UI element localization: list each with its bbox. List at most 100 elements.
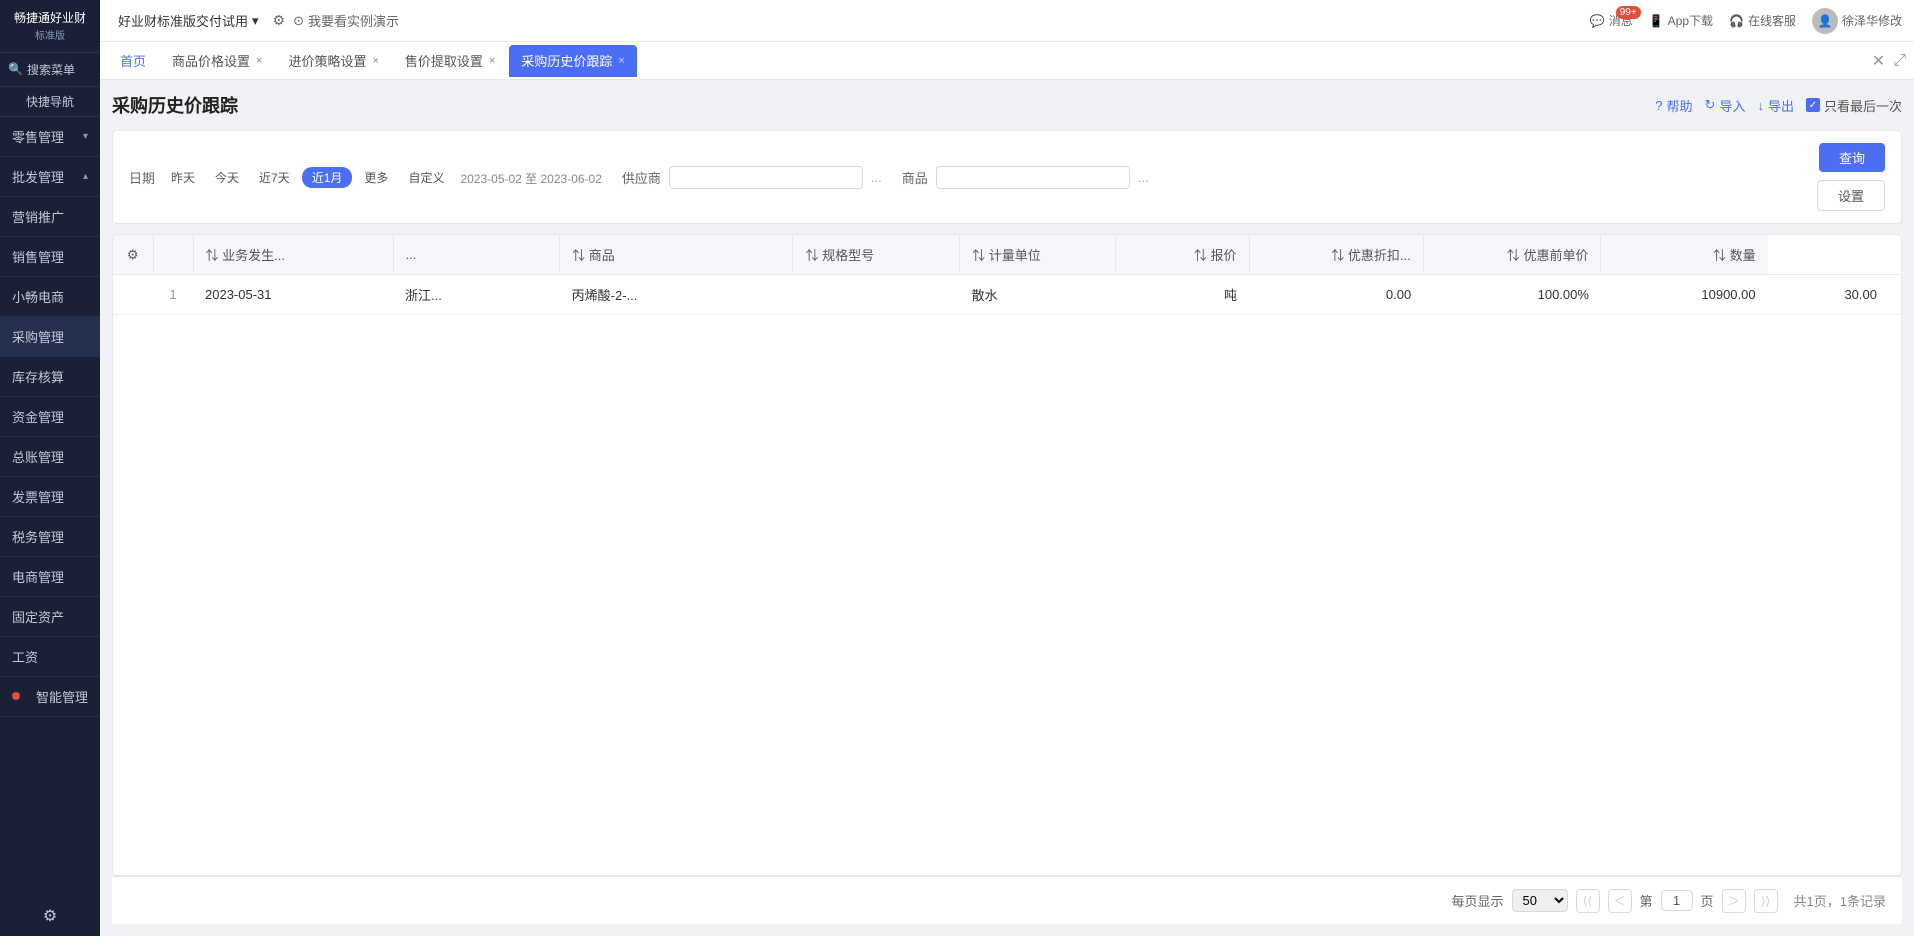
supplier-more-btn[interactable]: ... bbox=[871, 170, 882, 185]
tab-label: 商品价格设置 bbox=[172, 51, 250, 70]
sidebar-item-smart[interactable]: 智能管理 bbox=[0, 677, 100, 717]
col-gear-header[interactable]: ⚙ bbox=[113, 235, 153, 275]
sidebar-item-sales[interactable]: 销售管理 bbox=[0, 237, 100, 277]
sidebar-item-label: 固定资产 bbox=[12, 607, 64, 626]
chevron-up-icon: ▴ bbox=[83, 171, 88, 182]
sidebar-item-invoice[interactable]: 发票管理 bbox=[0, 477, 100, 517]
user-profile-button[interactable]: 👤 徐泽华修改 bbox=[1812, 8, 1902, 34]
col-discount-header[interactable]: ⇅ 优惠折扣... bbox=[1249, 235, 1423, 275]
messages-button[interactable]: 💬 消息 99+ bbox=[1590, 12, 1633, 29]
date-filter-group: 日期 昨天 今天 近7天 近1月 更多 自定义 2023-05-02 至 202… bbox=[129, 167, 602, 188]
sort-icon: ⇅ bbox=[805, 248, 818, 263]
sidebar-item-assets[interactable]: 固定资产 bbox=[0, 597, 100, 637]
sidebar-item-ecommerce[interactable]: 电商管理 bbox=[0, 557, 100, 597]
col-spec-label: 规格型号 bbox=[822, 248, 874, 263]
online-service-button[interactable]: 🎧 在线客服 bbox=[1729, 12, 1796, 29]
col-unit-header[interactable]: ⇅ 计量单位 bbox=[960, 235, 1116, 275]
query-button[interactable]: 查询 bbox=[1819, 143, 1885, 172]
sidebar-quicknav[interactable]: 快捷导航 bbox=[0, 87, 100, 117]
close-icon[interactable]: × bbox=[256, 55, 262, 67]
per-page-select[interactable]: 50 100 200 bbox=[1512, 889, 1568, 912]
col-qty-header[interactable]: ⇅ 数量 bbox=[1601, 235, 1768, 275]
product-more-btn[interactable]: ... bbox=[1138, 170, 1149, 185]
phone-icon: 📱 bbox=[1649, 14, 1664, 28]
sidebar-item-tax[interactable]: 税务管理 bbox=[0, 517, 100, 557]
window-expand-icon[interactable]: ⤢ bbox=[1893, 52, 1906, 70]
tab-home[interactable]: 首页 bbox=[108, 45, 158, 77]
sidebar-item-ecommerce-small[interactable]: 小畅电商 bbox=[0, 277, 100, 317]
only-last-checkbox[interactable]: ✓ 只看最后一次 bbox=[1806, 96, 1902, 115]
sidebar-search[interactable]: 🔍 搜索菜单 bbox=[0, 53, 100, 87]
current-page-input[interactable]: 1 bbox=[1661, 890, 1693, 911]
tab-purchase-strategy[interactable]: 进价策略设置 × bbox=[276, 45, 390, 77]
date-buttons: 昨天 今天 近7天 近1月 更多 自定义 bbox=[163, 167, 452, 188]
supplier-input-wrap[interactable] bbox=[669, 166, 863, 189]
filter-settings-button[interactable]: 设置 bbox=[1817, 180, 1885, 211]
col-price-header[interactable]: ⇅ 报价 bbox=[1116, 235, 1249, 275]
main-content: 好业财标准版交付试用 ▾ ⚙ ⊙ 我要看实例演示 💬 消息 99+ 📱 App下… bbox=[100, 0, 1914, 936]
settings-icon: ⚙ bbox=[43, 908, 57, 925]
supplier-input[interactable] bbox=[678, 170, 854, 185]
sidebar-item-purchase[interactable]: 采购管理 bbox=[0, 317, 100, 357]
page-title: 采购历史价跟踪 bbox=[112, 92, 238, 118]
tab-home-label: 首页 bbox=[120, 51, 146, 70]
tab-label: 进价策略设置 bbox=[288, 51, 366, 70]
sidebar-item-marketing[interactable]: 营销推广 bbox=[0, 197, 100, 237]
row-discount-cell: 100.00% bbox=[1423, 275, 1601, 315]
custom-btn[interactable]: 自定义 bbox=[400, 167, 452, 188]
product-input[interactable] bbox=[945, 170, 1121, 185]
today-btn[interactable]: 今天 bbox=[207, 167, 247, 188]
sidebar-settings-button[interactable]: ⚙ bbox=[0, 896, 100, 936]
sidebar-item-retail[interactable]: 零售管理 ▾ bbox=[0, 117, 100, 157]
chevron-down-icon: ▾ bbox=[83, 131, 88, 142]
close-icon[interactable]: × bbox=[489, 55, 495, 67]
last-page-btn[interactable]: ⟩⟩ bbox=[1754, 889, 1778, 913]
first-page-btn[interactable]: ⟨⟨ bbox=[1576, 889, 1600, 913]
col-prediscount-header[interactable]: ⇅ 优惠前单价 bbox=[1423, 235, 1601, 275]
product-input-wrap[interactable] bbox=[936, 166, 1130, 189]
next-page-btn[interactable]: ＞ bbox=[1722, 889, 1746, 913]
page-actions: ? 帮助 ↻ 导入 ↓ 导出 ✓ 只看最后一次 bbox=[1655, 96, 1902, 115]
sort-icon: ⇅ bbox=[1331, 248, 1344, 263]
tabbar: 首页 商品价格设置 × 进价策略设置 × 售价提取设置 × 采购历史价跟踪 × … bbox=[100, 42, 1914, 80]
chevron-down-icon: ▾ bbox=[252, 13, 259, 29]
sidebar-item-label: 销售管理 bbox=[12, 247, 64, 266]
col-more-header[interactable]: ... bbox=[393, 235, 560, 275]
app-download-button[interactable]: 📱 App下载 bbox=[1649, 12, 1713, 29]
gear-icon: ⚙ bbox=[127, 247, 139, 262]
row-qty-cell: 30.00 bbox=[1768, 275, 1901, 315]
col-date-header[interactable]: ⇅ 业务发生... bbox=[193, 235, 393, 275]
sidebar-item-label: 营销推广 bbox=[12, 207, 64, 226]
product-label: 商品 bbox=[902, 168, 928, 187]
col-product-header[interactable]: ⇅ 商品 bbox=[560, 235, 793, 275]
import-button[interactable]: ↻ 导入 bbox=[1705, 96, 1746, 115]
export-button[interactable]: ↓ 导出 bbox=[1757, 96, 1794, 115]
prev-page-btn[interactable]: ＜ bbox=[1608, 889, 1632, 913]
tab-purchase-history[interactable]: 采购历史价跟踪 × bbox=[509, 45, 636, 77]
sidebar-item-payroll[interactable]: 工资 bbox=[0, 637, 100, 677]
more-btn[interactable]: 更多 bbox=[356, 167, 396, 188]
7days-btn[interactable]: 近7天 bbox=[251, 167, 298, 188]
sidebar-item-label: 智能管理 bbox=[36, 687, 88, 706]
topbar-demo-button[interactable]: ⊙ 我要看实例演示 bbox=[293, 11, 399, 30]
topbar-edition-dropdown[interactable]: 好业财标准版交付试用 ▾ bbox=[112, 9, 265, 32]
tab-sale-price[interactable]: 售价提取设置 × bbox=[393, 45, 507, 77]
sidebar: 畅捷通好业财 标准版 🔍 搜索菜单 快捷导航 零售管理 ▾ 批发管理 ▴ 营销推… bbox=[0, 0, 100, 936]
close-icon[interactable]: × bbox=[372, 55, 378, 67]
logo-sub: 标准版 bbox=[8, 27, 92, 42]
demo-icon: ⊙ bbox=[293, 13, 304, 29]
sidebar-item-inventory[interactable]: 库存核算 bbox=[0, 357, 100, 397]
col-spec-header[interactable]: ⇅ 规格型号 bbox=[793, 235, 960, 275]
close-icon[interactable]: × bbox=[618, 55, 624, 67]
tab-price-settings[interactable]: 商品价格设置 × bbox=[160, 45, 274, 77]
sidebar-item-finance[interactable]: 资金管理 bbox=[0, 397, 100, 437]
window-close-icon[interactable]: ✕ bbox=[1872, 51, 1885, 71]
yesterday-btn[interactable]: 昨天 bbox=[163, 167, 203, 188]
sidebar-item-wholesale[interactable]: 批发管理 ▴ bbox=[0, 157, 100, 197]
topbar-gear-button[interactable]: ⚙ bbox=[273, 12, 286, 29]
topbar-right: 💬 消息 99+ 📱 App下载 🎧 在线客服 👤 徐泽华修改 bbox=[1590, 8, 1902, 34]
sidebar-item-accounting[interactable]: 总账管理 bbox=[0, 437, 100, 477]
indicator-dot bbox=[12, 692, 20, 700]
help-button[interactable]: ? 帮助 bbox=[1655, 96, 1692, 115]
1month-btn[interactable]: 近1月 bbox=[302, 167, 353, 188]
